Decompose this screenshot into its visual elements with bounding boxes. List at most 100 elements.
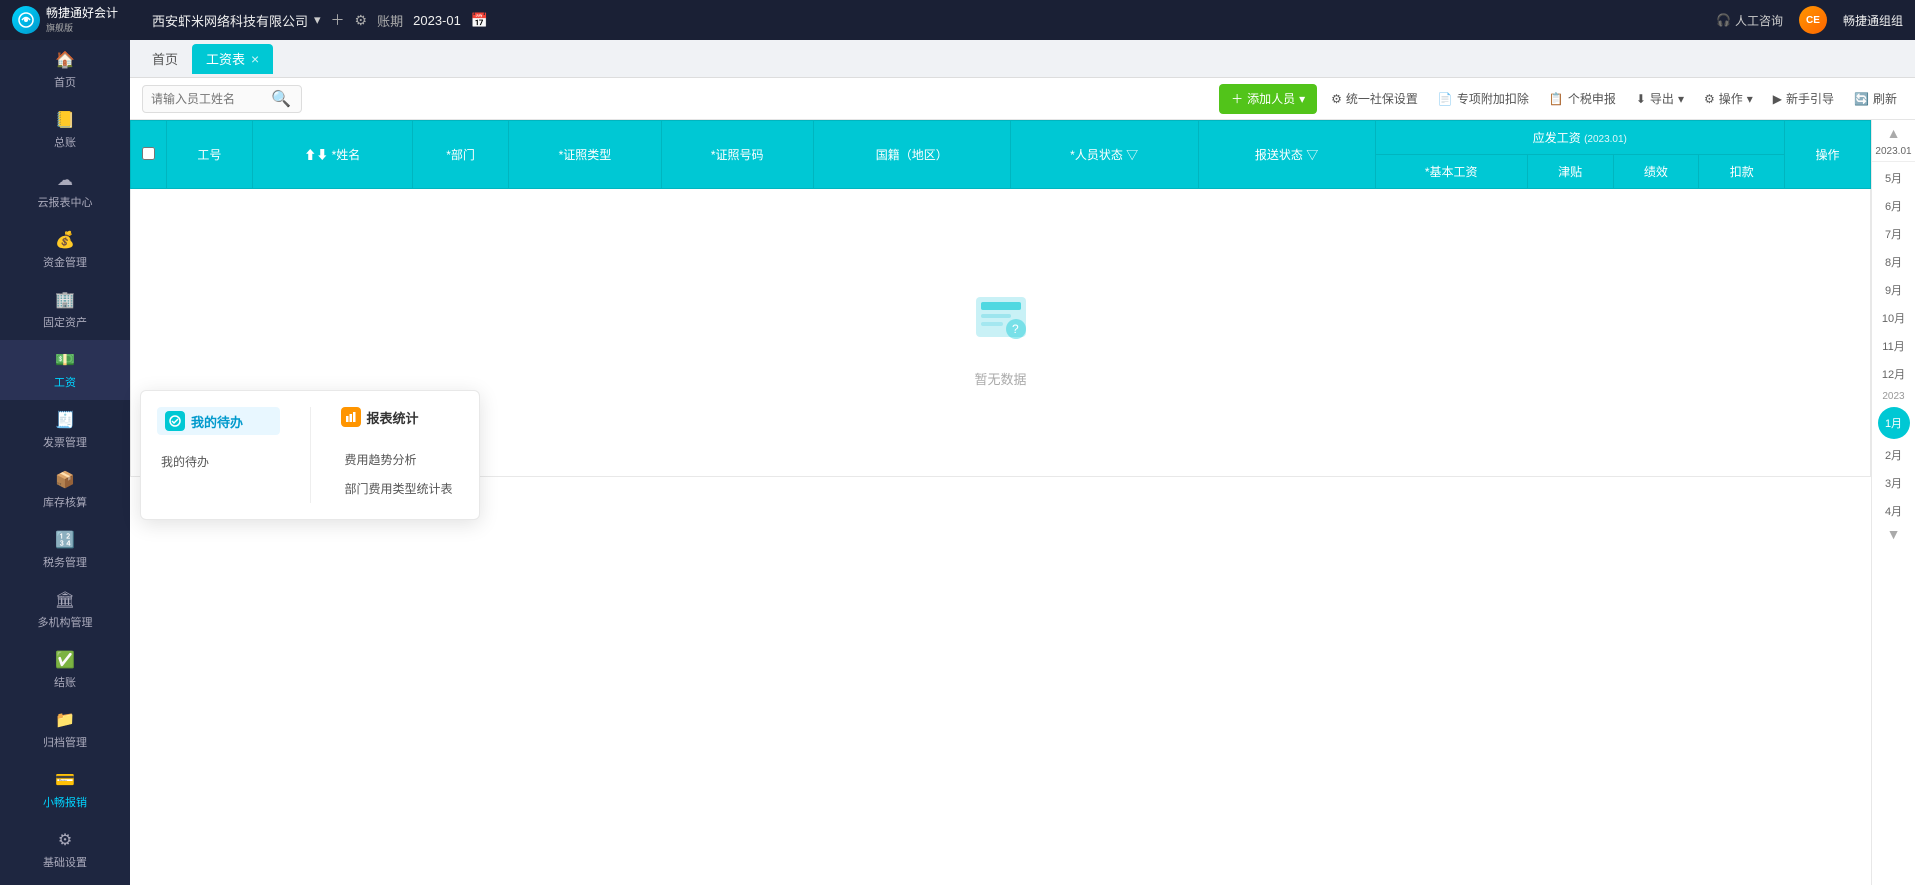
sidebar-item-guide[interactable]: ▶ 新手引导 [0, 880, 130, 885]
sidebar-item-basic[interactable]: ⚙ 基础设置 [0, 820, 130, 880]
period-label: 账期 [377, 11, 403, 30]
company-name: 西安虾米网络科技有限公司 [152, 11, 308, 30]
timeline-month-7[interactable]: 7月 [1876, 221, 1912, 247]
dropdown-col-reports: 报表统计 费用趋势分析 部门费用类型统计表 [341, 407, 464, 503]
refresh-icon: 🔄 [1854, 92, 1869, 106]
sidebar-item-ledger[interactable]: 📒 总账 [0, 100, 130, 160]
new-guide-action[interactable]: ▶ 新手引导 [1767, 85, 1840, 113]
export-icon: ⬇ [1636, 92, 1646, 106]
calendar-icon[interactable]: 📅 [471, 12, 488, 29]
timeline-month-2[interactable]: 2月 [1876, 442, 1912, 468]
logo-sub: 旗舰版 [46, 21, 118, 34]
support-button[interactable]: 🎧 人工咨询 [1716, 12, 1783, 29]
tab-salary-table[interactable]: 工资表 × [192, 44, 273, 74]
dropdown-trend-item[interactable]: 费用趋势分析 [341, 445, 464, 474]
user-avatar: CE [1799, 6, 1827, 34]
th-salary-group: 应发工资 (2023.01) [1375, 121, 1785, 155]
dropdown-icon: ▾ [314, 12, 321, 28]
add-icon[interactable]: ＋ [331, 10, 345, 30]
timeline-month-12[interactable]: 12月 [1876, 361, 1912, 387]
filter-icon[interactable]: ▽ [1126, 148, 1138, 162]
th-person-status: *人员状态 ▽ [1010, 121, 1198, 189]
sidebar-item-funds[interactable]: 💰 资金管理 [0, 220, 130, 280]
th-deduction: 扣款 [1699, 155, 1785, 189]
th-name: ⬆⬇ *姓名 [252, 121, 412, 189]
add-person-button[interactable]: ＋ 添加人员 ▾ [1219, 84, 1317, 114]
headset-icon: 🎧 [1716, 13, 1731, 27]
timeline-month-6[interactable]: 6月 [1876, 193, 1912, 219]
company-selector[interactable]: 西安虾米网络科技有限公司 ▾ [152, 11, 321, 30]
sidebar-item-xiaochang[interactable]: 💳 小畅报销 [0, 760, 130, 820]
timeline-month-3[interactable]: 3月 [1876, 470, 1912, 496]
salary-icon: 💵 [55, 350, 75, 370]
th-employee-id: 工号 [167, 121, 253, 189]
operation-dropdown-icon: ▾ [1747, 92, 1753, 106]
social-insurance-action[interactable]: ⚙ 统一社保设置 [1325, 85, 1424, 113]
settings-icon[interactable]: ⚙ [355, 12, 368, 29]
dropdown-todo-item[interactable]: 我的待办 [157, 447, 280, 476]
tax-deduction-action[interactable]: 📄 专项附加扣除 [1432, 85, 1535, 113]
toolbar: 🔍 ＋ 添加人员 ▾ ⚙ 统一社保设置 📄 专项附加扣除 📋 [130, 78, 1915, 120]
operation-action[interactable]: ⚙ 操作 ▾ [1698, 85, 1759, 113]
th-operation: 操作 [1785, 121, 1871, 189]
timeline-month-5[interactable]: 5月 [1876, 165, 1912, 191]
sidebar-item-home[interactable]: 🏠 首页 [0, 40, 130, 100]
timeline-year-2023: 2023 [1880, 388, 1906, 405]
funds-icon: 💰 [55, 230, 75, 250]
personal-tax-action[interactable]: 📋 个税申报 [1543, 85, 1622, 113]
export-action[interactable]: ⬇ 导出 ▾ [1630, 85, 1690, 113]
logo-icon [12, 6, 40, 34]
cloud-icon: ☁ [57, 170, 73, 190]
sidebar-item-inventory[interactable]: 📦 库存核算 [0, 460, 130, 520]
deduction-icon: 📄 [1438, 92, 1453, 106]
th-allowance: 津贴 [1527, 155, 1613, 189]
search-box[interactable]: 🔍 [142, 85, 302, 113]
timeline-month-11[interactable]: 11月 [1876, 333, 1912, 359]
dropdown-divider [310, 407, 311, 503]
user-name: 畅捷通组组 [1843, 12, 1903, 29]
timeline-nav-down[interactable]: ▼ [1880, 525, 1908, 543]
sidebar-item-multi[interactable]: 🏛 多机构管理 [0, 580, 130, 640]
multi-icon: 🏛 [55, 590, 75, 610]
logo-text: 畅捷通好会计 [46, 6, 118, 20]
personal-tax-icon: 📋 [1549, 92, 1564, 106]
invoice-icon: 🧾 [55, 410, 75, 430]
search-input[interactable] [151, 92, 271, 106]
timeline-month-8[interactable]: 8月 [1876, 249, 1912, 275]
th-id-number: *证照号码 [661, 121, 813, 189]
assets-icon: 🏢 [55, 290, 75, 310]
search-icon[interactable]: 🔍 [271, 89, 291, 109]
tab-close-icon[interactable]: × [251, 51, 259, 67]
filter-icon2[interactable]: ▽ [1306, 148, 1318, 162]
sidebar-item-reports[interactable]: ☁ 云报表中心 [0, 160, 130, 220]
sidebar-item-assets[interactable]: 🏢 固定资产 [0, 280, 130, 340]
sidebar-item-archive[interactable]: 📁 归档管理 [0, 700, 130, 760]
dropdown-todo-title[interactable]: 我的待办 [157, 407, 280, 435]
dropdown-reports-title[interactable]: 报表统计 [341, 407, 464, 433]
sidebar-item-tax[interactable]: 🔢 税务管理 [0, 520, 130, 580]
th-department: *部门 [412, 121, 509, 189]
timeline-nav-up[interactable]: ▲ [1880, 124, 1908, 142]
dropdown-dept-item[interactable]: 部门费用类型统计表 [341, 474, 464, 503]
xiaochang-icon: 💳 [55, 770, 75, 790]
dropdown-menu: 我的待办 我的待办 报表统计 费用趋势分析 部门费用类型统计表 [140, 390, 480, 520]
timeline-month-10[interactable]: 10月 [1876, 305, 1912, 331]
timeline-month-9[interactable]: 9月 [1876, 277, 1912, 303]
basic-icon: ⚙ [58, 830, 72, 850]
empty-text: 暂无数据 [974, 369, 1026, 388]
timeline-month-4[interactable]: 4月 [1876, 498, 1912, 524]
sidebar-item-invoice[interactable]: 🧾 发票管理 [0, 400, 130, 460]
sidebar-item-salary[interactable]: 💵 工资 [0, 340, 130, 400]
sidebar-item-closing[interactable]: ✅ 结账 [0, 640, 130, 700]
tab-home[interactable]: 首页 [138, 44, 192, 74]
svg-text:?: ? [1012, 322, 1019, 336]
dropdown-col-todo: 我的待办 我的待办 [157, 407, 280, 503]
select-all-checkbox[interactable] [142, 147, 155, 160]
th-base-salary: *基本工资 [1375, 155, 1527, 189]
refresh-action[interactable]: 🔄 刷新 [1848, 85, 1903, 113]
timeline-month-1-active[interactable]: 1月 [1878, 407, 1910, 439]
todo-icon [165, 411, 185, 431]
social-icon: ⚙ [1331, 92, 1342, 106]
inventory-icon: 📦 [55, 470, 75, 490]
sidebar: 🏠 首页 📒 总账 ☁ 云报表中心 💰 资金管理 🏢 固定资产 💵 工资 🧾 发… [0, 40, 130, 885]
